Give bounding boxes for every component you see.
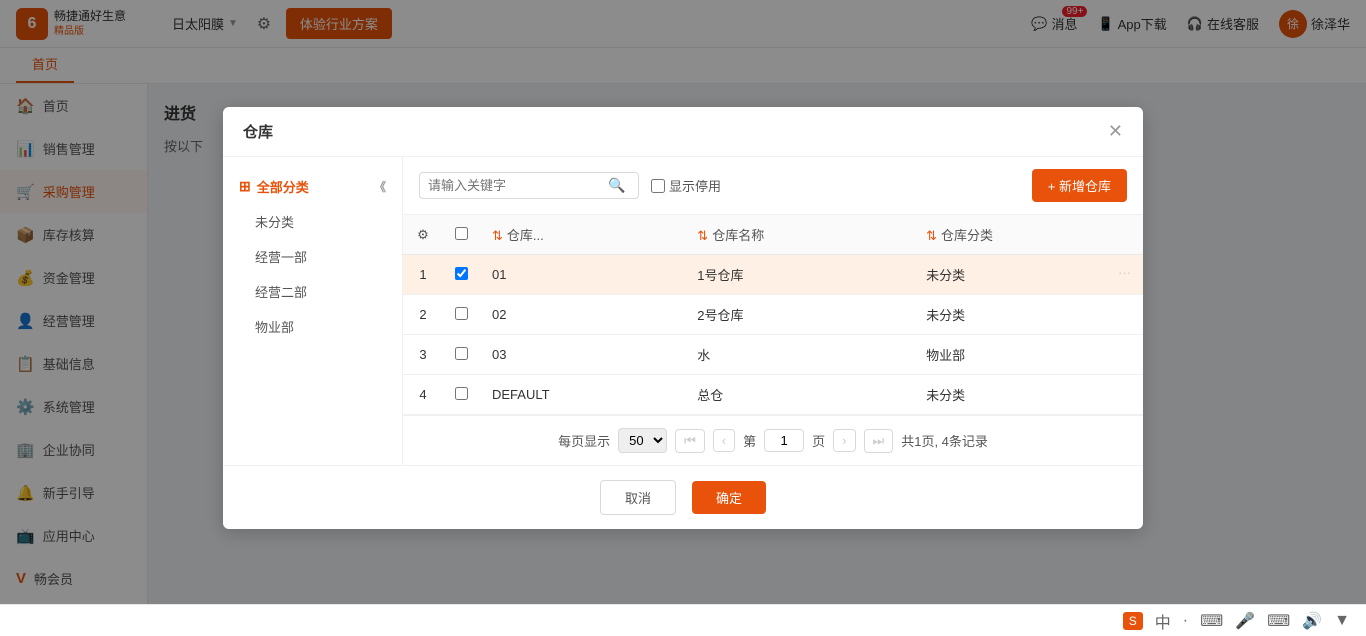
collapse-icon: 《 [374,178,386,195]
next-page-button[interactable]: › [833,429,855,452]
col-name: ⇅仓库名称 [685,215,914,255]
first-page-button[interactable]: ⏮ [675,429,705,453]
row-code: DEFAULT [480,375,685,415]
page-label: 第 [743,431,756,450]
show-disabled-checkbox[interactable] [651,179,665,193]
category-item-unclassified[interactable]: 未分类 [223,204,402,239]
row-checkbox[interactable] [443,375,480,415]
total-info: 共1页, 4条记录 [901,431,988,450]
table-row[interactable]: 3 03 水 物业部 [403,335,1143,375]
prev-page-button[interactable]: ‹ [713,429,735,452]
add-warehouse-button[interactable]: + 新增仓库 [1032,169,1127,202]
all-categories[interactable]: ⊞ 全部分类 《 [223,169,402,204]
row-code: 03 [480,335,685,375]
per-page-label: 每页显示 [558,431,610,450]
bottom-bar: S 中 · ⌨ 🎤 ⌨ 🔊 ▼ [0,604,1366,636]
search-icon: 🔍 [608,177,625,194]
keyboard-icon[interactable]: ⌨ [1200,611,1223,631]
col-checkbox [443,215,480,255]
page-input[interactable] [764,429,804,452]
input-settings-icon[interactable]: ⌨ [1267,611,1290,631]
grid-icon: ⊞ [239,178,251,195]
confirm-button[interactable]: 确定 [692,481,766,514]
table-row[interactable]: 2 02 2号仓库 未分类 [403,295,1143,335]
category-item-property[interactable]: 物业部 [223,309,402,344]
row-num: 2 [403,295,443,335]
row-name: 2号仓库 [685,295,914,335]
row-actions-icon[interactable]: ··· [1118,265,1131,280]
warehouse-table: ⚙ ⇅仓库... ⇅仓库名称 ⇅仓库分类 1 01 1号仓库 未分类··· 2 … [403,215,1143,415]
row-category: 未分类 [914,295,1143,335]
mic-icon[interactable]: 🎤 [1235,611,1255,631]
modal-footer: 取消 确定 [223,465,1143,529]
row-code: 02 [480,295,685,335]
row-select-checkbox[interactable] [455,387,468,400]
lang-icon[interactable]: 中 [1155,609,1171,633]
row-select-checkbox[interactable] [455,267,468,280]
select-all-checkbox[interactable] [455,227,468,240]
page-suffix: 页 [812,431,825,450]
row-name: 水 [685,335,914,375]
cancel-button[interactable]: 取消 [600,480,676,515]
modal-toolbar: 🔍 显示停用 + 新增仓库 [403,157,1143,215]
show-disabled-label[interactable]: 显示停用 [651,176,721,195]
per-page-select[interactable]: 50 [618,428,667,453]
dot-icon: · [1183,612,1188,630]
table-row[interactable]: 4 DEFAULT 总仓 未分类 [403,375,1143,415]
modal-title: 仓库 [243,121,273,142]
network-icon[interactable]: 🔊 [1302,611,1322,631]
modal-body: ⊞ 全部分类 《 未分类 经营一部 经营二部 物业部 🔍 [223,157,1143,465]
warehouse-modal: 仓库 ✕ ⊞ 全部分类 《 未分类 经营一部 经营二部 物业部 [223,107,1143,529]
row-select-checkbox[interactable] [455,347,468,360]
row-num: 1 [403,255,443,295]
row-checkbox[interactable] [443,255,480,295]
row-category: 未分类 [914,375,1143,415]
category-tree: ⊞ 全部分类 《 未分类 经营一部 经营二部 物业部 [223,157,403,465]
col-settings: ⚙ [403,215,443,255]
row-name: 总仓 [685,375,914,415]
search-input[interactable] [428,178,608,193]
table-row[interactable]: 1 01 1号仓库 未分类··· [403,255,1143,295]
row-category: 物业部 [914,335,1143,375]
category-item-dept2[interactable]: 经营二部 [223,274,402,309]
last-page-button[interactable]: ⏭ [864,429,894,453]
close-icon[interactable]: ✕ [1108,121,1123,142]
search-box[interactable]: 🔍 [419,172,639,199]
col-category: ⇅仓库分类 [914,215,1143,255]
row-category: 未分类··· [914,255,1143,295]
row-checkbox[interactable] [443,335,480,375]
modal-overlay: 仓库 ✕ ⊞ 全部分类 《 未分类 经营一部 经营二部 物业部 [0,0,1366,636]
col-code: ⇅仓库... [480,215,685,255]
pagination: 每页显示 50 ⏮ ‹ 第 页 › ⏭ 共1页, 4条记录 [403,415,1143,465]
row-name: 1号仓库 [685,255,914,295]
row-select-checkbox[interactable] [455,307,468,320]
chinese-input-icon[interactable]: S [1123,612,1143,630]
row-checkbox[interactable] [443,295,480,335]
row-num: 4 [403,375,443,415]
row-num: 3 [403,335,443,375]
category-item-dept1[interactable]: 经营一部 [223,239,402,274]
row-code: 01 [480,255,685,295]
modal-right: 🔍 显示停用 + 新增仓库 ⚙ [403,157,1143,465]
modal-header: 仓库 ✕ [223,107,1143,157]
volume-icon[interactable]: ▼ [1334,612,1350,630]
